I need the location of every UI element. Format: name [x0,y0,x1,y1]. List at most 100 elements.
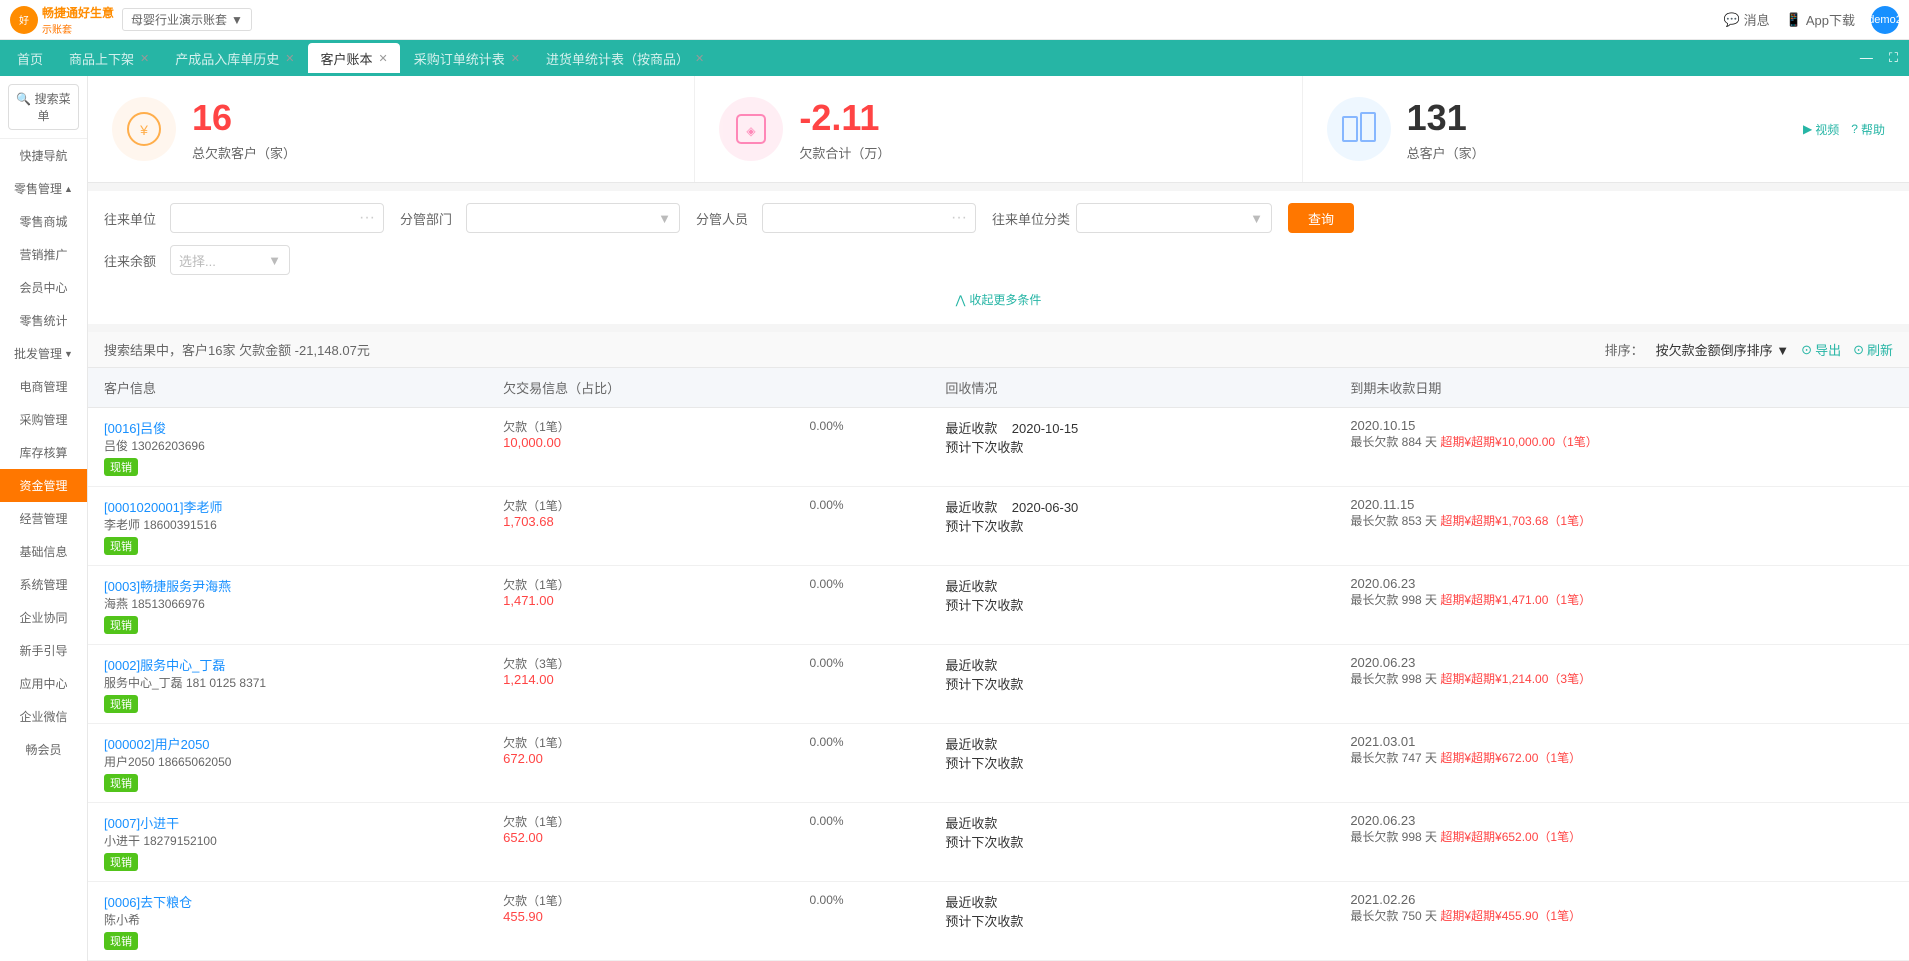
tab-stock-stats[interactable]: 进货单统计表（按商品） ✕ [534,43,716,73]
chevron-icon: ▲ [64,184,73,194]
help-btn[interactable]: ? 帮助 [1851,121,1885,138]
debt-total-label: 欠款合计（万） [799,143,1277,162]
person-dots-icon[interactable]: ··· [951,209,967,227]
logo-area: 好 畅捷通好生意 示账套 [10,4,114,36]
next-payment-label: 预计下次收款 [945,516,1252,535]
overdue-link[interactable]: 超期¥超期¥672.00（1笔） [1440,751,1581,765]
result-bar: 搜索结果中，客户16家 欠款金额 -21,148.07元 排序： 按欠款金额倒序… [88,332,1909,368]
refresh-btn[interactable]: ⊙ 刷新 [1853,340,1893,359]
tab-close-customer-account[interactable]: ✕ [379,52,388,65]
help-icon: ? [1851,122,1858,136]
customer-name-link[interactable]: [0003]畅捷服务尹海燕 [104,579,231,594]
sidebar-item-ecommerce[interactable]: 电商管理 [0,370,87,403]
dots-icon[interactable]: ··· [359,209,375,227]
overdue-link[interactable]: 超期¥超期¥1,471.00（1笔） [1440,593,1591,607]
customer-name-link[interactable]: [0006]去下粮仓 [104,895,192,910]
sort-select[interactable]: 按欠款金额倒序排序 ▼ [1656,340,1789,359]
filter-row-2: 往来余额 选择... ▼ [104,245,1893,275]
svg-text:¥: ¥ [139,122,148,138]
sidebar-item-app-center[interactable]: 应用中心 [0,667,87,700]
last-payment-label: 最近收款 [945,576,1252,595]
tab-customer-account[interactable]: 客户账本 ✕ [308,43,399,73]
customer-unit-input-wrapper[interactable]: ··· [170,203,384,233]
search-menu-btn[interactable]: 🔍 搜索菜单 [8,84,79,130]
sidebar-search: 🔍 搜索菜单 [0,76,87,139]
message-btn[interactable]: 💬 消息 [1723,10,1769,29]
customer-name-link[interactable]: [0002]服务中心_丁磊 [104,658,225,673]
tab-product-off[interactable]: 商品上下架 ✕ [57,43,161,73]
tab-close-purchase-order[interactable]: ✕ [511,52,520,65]
debt-percent: 0.00% [810,498,844,512]
customer-name-link[interactable]: [0001020001]李老师 [104,500,223,515]
stats-row: ¥ 16 总欠款客户（家） ◈ -2.11 欠款合计（万） [88,76,1909,183]
overdue-link[interactable]: 超期¥超期¥1,703.68（1笔） [1440,514,1591,528]
sidebar-item-super-member[interactable]: 畅会员 [0,733,87,766]
video-btn[interactable]: ▶ 视频 [1803,121,1839,138]
person-input[interactable] [771,211,951,226]
debt-info-cell: 欠款（1笔） 1,703.68 [487,487,793,566]
sidebar-item-batch-mgmt[interactable]: 批发管理 ▼ [0,337,87,370]
status-tag: 现销 [104,932,138,950]
col-customer-info: 客户信息 [88,368,487,408]
sidebar-item-retail-mgmt[interactable]: 零售管理 ▲ [0,172,87,205]
search-button[interactable]: 查询 [1288,203,1354,233]
download-icon: 📱 [1786,12,1802,28]
overdue-link[interactable]: 超期¥超期¥10,000.00（1笔） [1440,435,1597,449]
sidebar-item-basic-info[interactable]: 基础信息 [0,535,87,568]
customer-info-cell: [0016]吕俊 吕俊 13026203696 现销 [88,408,487,487]
tab-home[interactable]: 首页 [5,43,55,73]
app-download-btn[interactable]: 📱 App下载 [1786,10,1855,29]
overdue-link[interactable]: 超期¥超期¥1,214.00（3笔） [1440,672,1591,686]
stat-card-debt-customers: ¥ 16 总欠款客户（家） [88,76,695,182]
tab-produce-history[interactable]: 产成品入库单历史 ✕ [163,43,306,73]
industry-selector[interactable]: 母婴行业演示账套 ▼ [122,8,252,31]
sidebar-item-retail-stats[interactable]: 零售统计 [0,304,87,337]
balance-select[interactable]: 选择... ▼ [170,245,290,275]
sidebar-item-stock-check[interactable]: 库存核算 [0,436,87,469]
overdue-link[interactable]: 超期¥超期¥455.90（1笔） [1440,909,1581,923]
sidebar-item-member-center[interactable]: 会员中心 [0,271,87,304]
sidebar-item-enterprise-coop[interactable]: 企业协同 [0,601,87,634]
sidebar-item-purchase-mgmt[interactable]: 采购管理 [0,403,87,436]
customer-name-link[interactable]: [000002]用户2050 [104,737,210,752]
customer-phone: 小进干 18279152100 [104,832,471,849]
unit-category-select[interactable]: ▼ [1076,203,1272,233]
next-payment-label: 预计下次收款 [945,674,1252,693]
due-date: 2020.06.23 [1350,576,1893,591]
recovery-cell: 最近收款 预计下次收款 [929,803,1268,882]
sidebar-item-marketing[interactable]: 营销推广 [0,238,87,271]
debt-percent-cell: 0.00% [794,803,930,882]
sidebar-item-ops-mgmt[interactable]: 经营管理 [0,502,87,535]
sidebar-item-system-mgmt[interactable]: 系统管理 [0,568,87,601]
debt-percent-cell: 0.00% [794,487,930,566]
dept-select[interactable]: ▼ [466,203,680,233]
sidebar-item-new-guide[interactable]: 新手引导 [0,634,87,667]
sidebar-item-quick-nav[interactable]: 快捷导航 [0,139,87,172]
table-row: [0007]小进干 小进干 18279152100 现销 欠款（1笔） 652.… [88,803,1909,882]
customer-unit-input[interactable] [179,211,359,226]
tab-close-produce-history[interactable]: ✕ [285,52,294,65]
status-tag: 现销 [104,537,138,555]
data-table: 客户信息 欠交易信息（占比） 回收情况 到期未收款日期 [0016]吕俊 吕俊 … [88,368,1909,961]
sidebar-item-enterprise-wechat[interactable]: 企业微信 [0,700,87,733]
customer-name-link[interactable]: [0016]吕俊 [104,421,166,436]
collapse-row: ⋀ 收起更多条件 [104,287,1893,312]
tab-expand-btn[interactable]: ⛶ [1883,48,1904,68]
person-input-wrapper[interactable]: ··· [762,203,976,233]
customer-name-link[interactable]: [0007]小进干 [104,816,179,831]
debt-percent: 0.00% [810,814,844,828]
user-avatar-btn[interactable]: demo2 [1871,6,1899,34]
sidebar-item-capital-mgmt[interactable]: 资金管理 [0,469,87,502]
collapse-arrow-icon: ⋀ [956,293,966,307]
tab-close-product-off[interactable]: ✕ [140,52,149,65]
collapse-btn[interactable]: ⋀ 收起更多条件 [956,291,1042,308]
tab-minimize-btn[interactable]: — [1854,48,1879,68]
overdue-link[interactable]: 超期¥超期¥652.00（1笔） [1440,830,1581,844]
tab-purchase-order[interactable]: 采购订单统计表 ✕ [402,43,532,73]
sidebar-item-retail-mall[interactable]: 零售商城 [0,205,87,238]
debt-percent: 0.00% [810,735,844,749]
tab-close-stock-stats[interactable]: ✕ [695,52,704,65]
export-btn[interactable]: ⊙ 导出 [1801,340,1841,359]
table-row: [0001020001]李老师 李老师 18600391516 现销 欠款（1笔… [88,487,1909,566]
balance-placeholder: 选择... [179,251,216,270]
